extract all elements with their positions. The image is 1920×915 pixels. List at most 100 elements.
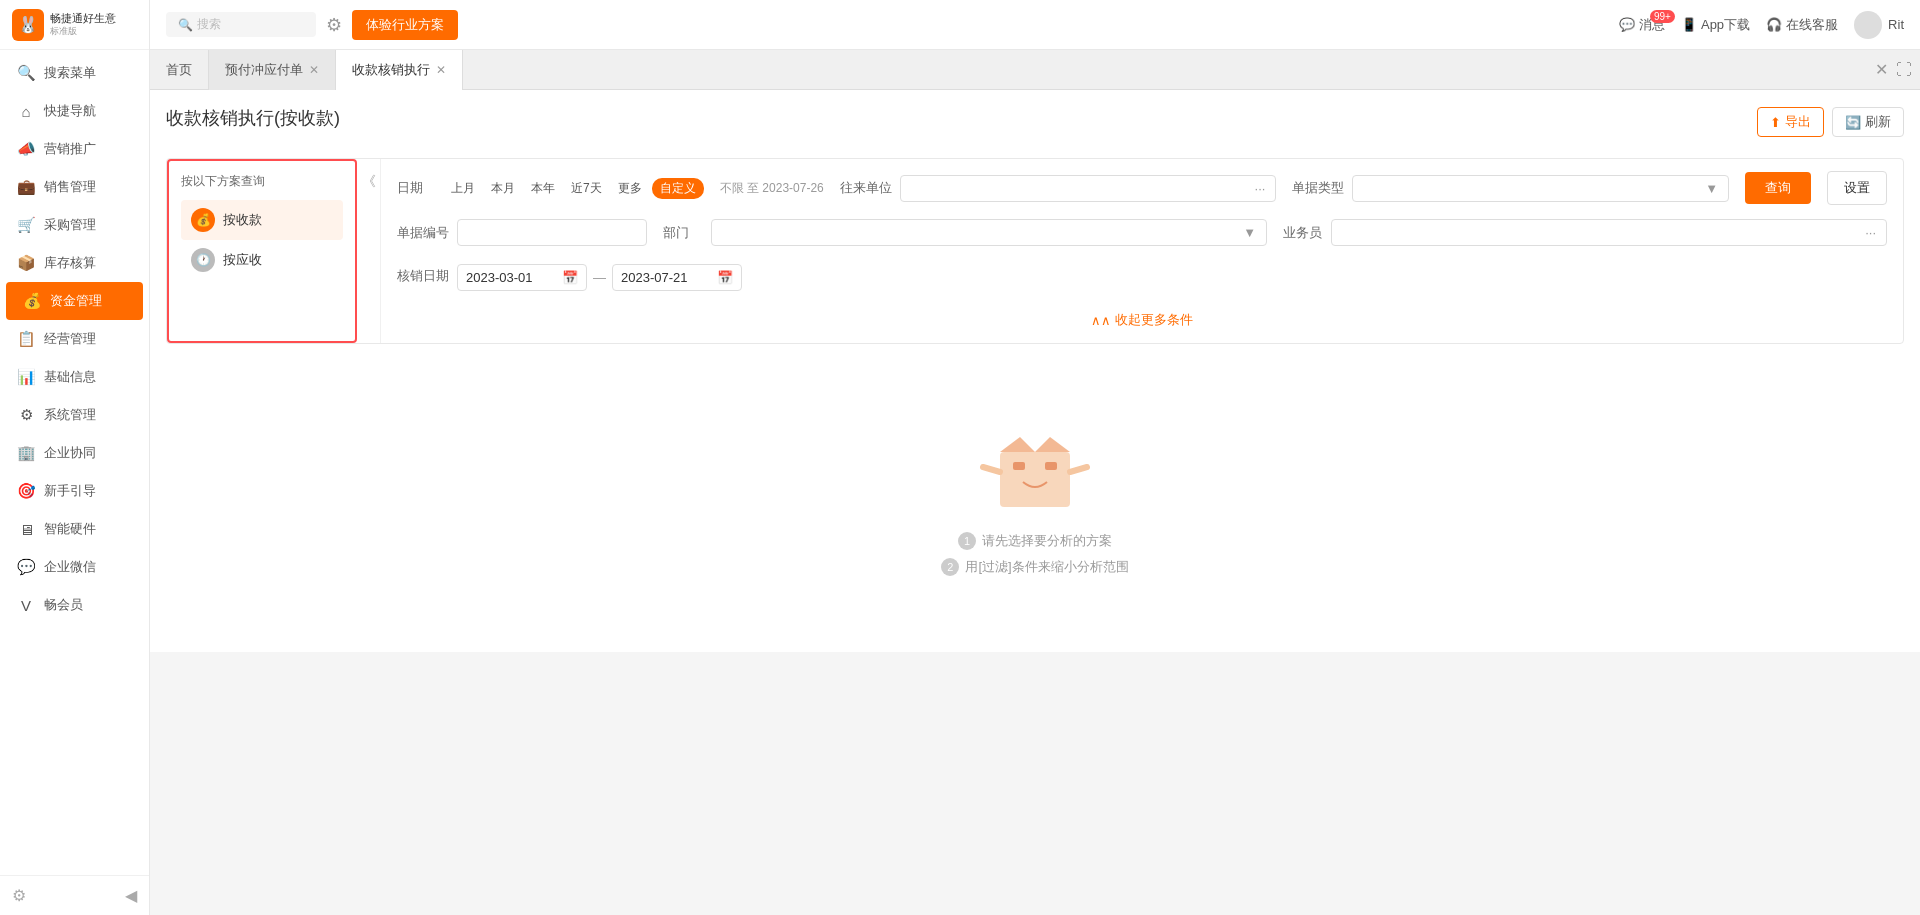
sidebar-item-operations[interactable]: 📋经营管理 (0, 320, 149, 358)
date-this-month[interactable]: 本月 (485, 178, 521, 199)
sidebar-item-finance[interactable]: 💰 资金管理 (6, 282, 143, 320)
empty-illustration (975, 412, 1095, 512)
sidebar-item-sys-mgmt[interactable]: ⚙ 系统管理 (0, 396, 149, 434)
date-more[interactable]: 更多 (612, 178, 648, 199)
set-button[interactable]: 设置 (1827, 171, 1887, 205)
tab-close-all-icon[interactable]: ✕ (1875, 60, 1888, 79)
date-field: 日期 上月 本月 本年 近7天 更多 自定义 不 (397, 178, 824, 199)
date-last-7-days[interactable]: 近7天 (565, 178, 608, 199)
solution-button[interactable]: 体验行业方案 (352, 10, 458, 40)
dept-select[interactable]: ▼ (711, 219, 1267, 246)
counterparty-label: 往来单位 (840, 179, 892, 197)
collapse-more-icon: ∧∧ (1091, 313, 1111, 328)
calendar-icon-start: 📅 (562, 270, 578, 285)
tab-expand-icon[interactable]: ⛶ (1896, 61, 1912, 79)
header-search-bar[interactable]: 🔍 搜索 (166, 12, 316, 37)
sidebar-label-vip: 畅会员 (44, 596, 83, 614)
settings-icon[interactable]: ⚙ (12, 886, 26, 905)
main-area: 🔍 搜索 ⚙ 体验行业方案 💬 消息 99+ 📱 App下载 🎧 在线客服 (150, 0, 1920, 915)
refresh-button[interactable]: 🔄 刷新 (1832, 107, 1904, 137)
sidebar-label-sys-mgmt: 系统管理 (44, 406, 96, 424)
verify-date-start-input[interactable]: 2023-03-01 📅 (457, 264, 587, 291)
doc-type-select[interactable]: ▼ (1352, 175, 1729, 202)
sidebar-icon-marketing: 📣 (16, 140, 36, 158)
date-this-year[interactable]: 本年 (525, 178, 561, 199)
sidebar-label-wechat: 企业微信 (44, 558, 96, 576)
verify-date-label: 核销日期 (397, 267, 449, 285)
search-option-by-receivable[interactable]: 🕐 按应收 (181, 240, 343, 280)
verify-date-field: 核销日期 2023-03-01 📅 — 2023-07-21 📅 (397, 260, 742, 291)
sidebar-label-hardware: 智能硬件 (44, 520, 96, 538)
sidebar-item-guide[interactable]: 🎯新手引导 (0, 472, 149, 510)
sidebar-item-search-menu[interactable]: 🔍搜索菜单 (0, 54, 149, 92)
sidebar-icon-wechat: 💬 (16, 558, 36, 576)
by-receipt-icon: 💰 (191, 208, 215, 232)
sidebar-icon-operations: 📋 (16, 330, 36, 348)
sidebar-icon-sys-mgmt: ⚙ (16, 406, 36, 424)
sidebar-item-sales[interactable]: 💼销售管理 (0, 168, 149, 206)
counterparty-dots[interactable]: ··· (1255, 181, 1266, 196)
date-last-month[interactable]: 上月 (445, 178, 481, 199)
doc-type-field: 单据类型 ▼ (1292, 175, 1729, 202)
online-service-button[interactable]: 🎧 在线客服 (1766, 16, 1838, 34)
filter-row-2: 单据编号 部门 ▼ 业务员 (397, 219, 1887, 246)
tab-home[interactable]: 首页 (150, 50, 209, 90)
verify-date-end-input[interactable]: 2023-07-21 📅 (612, 264, 742, 291)
page-title: 收款核销执行(按收款) (166, 106, 340, 130)
sidebar-icon-purchase: 🛒 (16, 216, 36, 234)
counterparty-field: 往来单位 ··· (840, 175, 1277, 202)
staff-dots[interactable]: ··· (1865, 225, 1876, 240)
dept-field: 部门 ▼ (663, 219, 1267, 246)
tab-close-prepay[interactable]: ✕ (309, 63, 319, 77)
sidebar-label-search-menu: 搜索菜单 (44, 64, 96, 82)
date-no-limit: 不限 至 2023-07-26 (720, 180, 824, 197)
staff-select[interactable]: ··· (1331, 219, 1887, 246)
sidebar-item-vip[interactable]: V畅会员 (0, 586, 149, 624)
sidebar-item-quick-nav[interactable]: ⌂ 快捷导航 (0, 92, 149, 130)
sidebar-label-inventory: 库存核算 (44, 254, 96, 272)
sidebar-icon-hardware: 🖥 (16, 521, 36, 538)
sidebar-label-quick-nav: 快捷导航 (44, 102, 96, 120)
sidebar-item-basic-info[interactable]: 📊基础信息 (0, 358, 149, 396)
date-label: 日期 (397, 179, 437, 197)
svg-rect-0 (1000, 452, 1070, 507)
sidebar-logo: 🐰 畅捷通好生意 标准版 (0, 0, 149, 50)
sidebar-item-purchase[interactable]: 🛒采购管理 (0, 206, 149, 244)
sidebar: 🐰 畅捷通好生意 标准版 🔍搜索菜单 ⌂ 快捷导航 📣营销推广💼销售管理🛒采购管理 📦 库… (0, 0, 150, 915)
tab-close-receivable[interactable]: ✕ (436, 63, 446, 77)
export-button[interactable]: ⬆ 导出 (1757, 107, 1824, 137)
sidebar-item-inventory[interactable]: 📦 库存核算 (0, 244, 149, 282)
sidebar-icon-quick-nav: ⌂ (16, 103, 36, 120)
search-option-by-receipt[interactable]: 💰 按收款 (181, 200, 343, 240)
by-receivable-icon: 🕐 (191, 248, 215, 272)
user-avatar-area[interactable]: Rit (1854, 11, 1904, 39)
sidebar-item-hardware[interactable]: 🖥 智能硬件 (0, 510, 149, 548)
sidebar-icon-sales: 💼 (16, 178, 36, 196)
sidebar-icon-finance: 💰 (22, 292, 42, 310)
counterparty-select[interactable]: ··· (900, 175, 1277, 202)
tab-prepay[interactable]: 预付冲应付单 ✕ (209, 50, 336, 90)
svg-rect-2 (1045, 462, 1057, 470)
search-panel-collapse[interactable]: 《 (357, 159, 381, 343)
date-custom[interactable]: 自定义 (652, 178, 704, 199)
sidebar-item-marketing[interactable]: 📣营销推广 (0, 130, 149, 168)
sidebar-item-wechat[interactable]: 💬 企业微信 (0, 548, 149, 586)
app-download-button[interactable]: 📱 App下载 (1681, 16, 1750, 34)
sidebar-icon-inventory: 📦 (16, 254, 36, 272)
collapse-icon: 《 (362, 173, 376, 191)
page-inner: 收款核销执行(按收款) ⬆ 导出 🔄 刷新 按以下方案查询 (150, 90, 1920, 652)
sidebar-label-guide: 新手引导 (44, 482, 96, 500)
dept-label: 部门 (663, 224, 703, 242)
tab-receivable[interactable]: 收款核销执行 ✕ (336, 50, 463, 90)
collapse-sidebar-icon[interactable]: ◀ (125, 886, 137, 905)
date-quick-options: 上月 本月 本年 近7天 更多 自定义 (445, 178, 704, 199)
message-button[interactable]: 💬 消息 99+ (1619, 16, 1665, 34)
header-left: 🔍 搜索 ⚙ 体验行业方案 (166, 10, 458, 40)
query-button[interactable]: 查询 (1745, 172, 1811, 204)
sidebar-label-finance: 资金管理 (50, 292, 102, 310)
header-gear-icon[interactable]: ⚙ (326, 14, 342, 36)
doc-no-input[interactable] (457, 219, 647, 246)
sidebar-item-enterprise[interactable]: 🏢企业协同 (0, 434, 149, 472)
collapse-more-button[interactable]: ∧∧ 收起更多条件 (397, 305, 1887, 331)
message-icon: 💬 (1619, 17, 1635, 32)
